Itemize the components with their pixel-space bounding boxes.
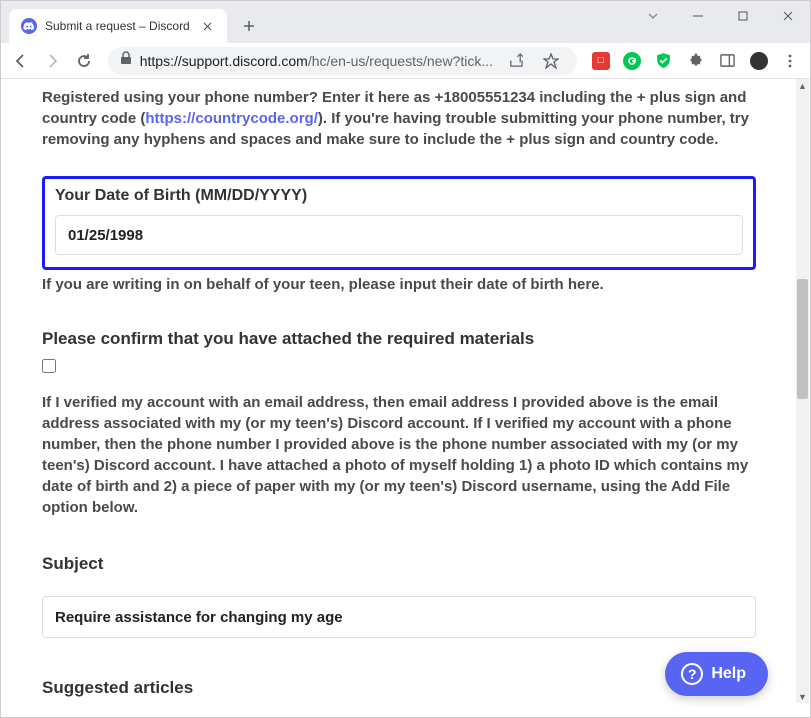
reload-button[interactable]: [72, 47, 96, 75]
help-icon: ?: [681, 663, 703, 685]
countrycode-link[interactable]: https://countrycode.org/: [145, 110, 318, 127]
window-titlebar: Submit a request – Discord: [1, 1, 810, 43]
dob-highlight-box: Your Date of Birth (MM/DD/YYYY): [42, 176, 756, 270]
url-text: https://support.discord.com/hc/en-us/req…: [140, 53, 493, 69]
share-icon[interactable]: [501, 47, 529, 75]
help-label: Help: [711, 665, 746, 683]
dob-input[interactable]: [55, 215, 743, 255]
minimize-button[interactable]: [675, 1, 720, 31]
confirm-section: Please confirm that you have attached th…: [42, 329, 756, 518]
forward-button[interactable]: [41, 47, 65, 75]
lock-icon: [120, 51, 132, 70]
subject-label: Subject: [42, 554, 756, 574]
new-tab-button[interactable]: [235, 12, 263, 40]
phone-intro-text: Registered using your phone number? Ente…: [42, 87, 756, 150]
extensions-icon[interactable]: [684, 47, 708, 75]
subject-input[interactable]: [42, 596, 756, 638]
scroll-down-arrow[interactable]: ▼: [796, 690, 809, 703]
confirm-checkbox[interactable]: [42, 359, 56, 373]
dob-label: Your Date of Birth (MM/DD/YYYY): [55, 187, 743, 205]
window-close-button[interactable]: [765, 1, 810, 31]
scrollbar-track[interactable]: ▲ ▼: [796, 79, 809, 703]
sidepanel-icon[interactable]: [715, 47, 739, 75]
maximize-button[interactable]: [720, 1, 765, 31]
menu-icon[interactable]: [778, 47, 802, 75]
browser-tab[interactable]: Submit a request – Discord: [9, 9, 227, 43]
shield-icon[interactable]: [652, 47, 676, 75]
close-tab-icon[interactable]: [199, 18, 215, 34]
dropdown-icon[interactable]: [630, 1, 675, 31]
discord-favicon: [21, 18, 37, 34]
suggested-articles-label: Suggested articles: [42, 678, 756, 698]
subject-section: Subject: [42, 554, 756, 638]
profile-avatar[interactable]: [747, 47, 771, 75]
confirm-description: If I verified my account with an email a…: [42, 392, 756, 518]
dob-helper-text: If you are writing in on behalf of your …: [42, 276, 756, 293]
reader-icon[interactable]: □: [589, 47, 613, 75]
browser-toolbar: https://support.discord.com/hc/en-us/req…: [1, 43, 810, 79]
window-controls: [630, 1, 810, 31]
address-bar[interactable]: https://support.discord.com/hc/en-us/req…: [108, 47, 577, 75]
scrollbar-thumb[interactable]: [797, 279, 808, 399]
page-viewport: Registered using your phone number? Ente…: [2, 79, 796, 716]
tab-title: Submit a request – Discord: [45, 19, 193, 33]
grammarly-icon[interactable]: [621, 47, 645, 75]
scroll-up-arrow[interactable]: ▲: [796, 79, 809, 92]
help-button[interactable]: ? Help: [665, 652, 768, 696]
back-button[interactable]: [9, 47, 33, 75]
confirm-label: Please confirm that you have attached th…: [42, 329, 756, 349]
page-content: Registered using your phone number? Ente…: [2, 87, 796, 716]
star-icon[interactable]: [537, 47, 565, 75]
